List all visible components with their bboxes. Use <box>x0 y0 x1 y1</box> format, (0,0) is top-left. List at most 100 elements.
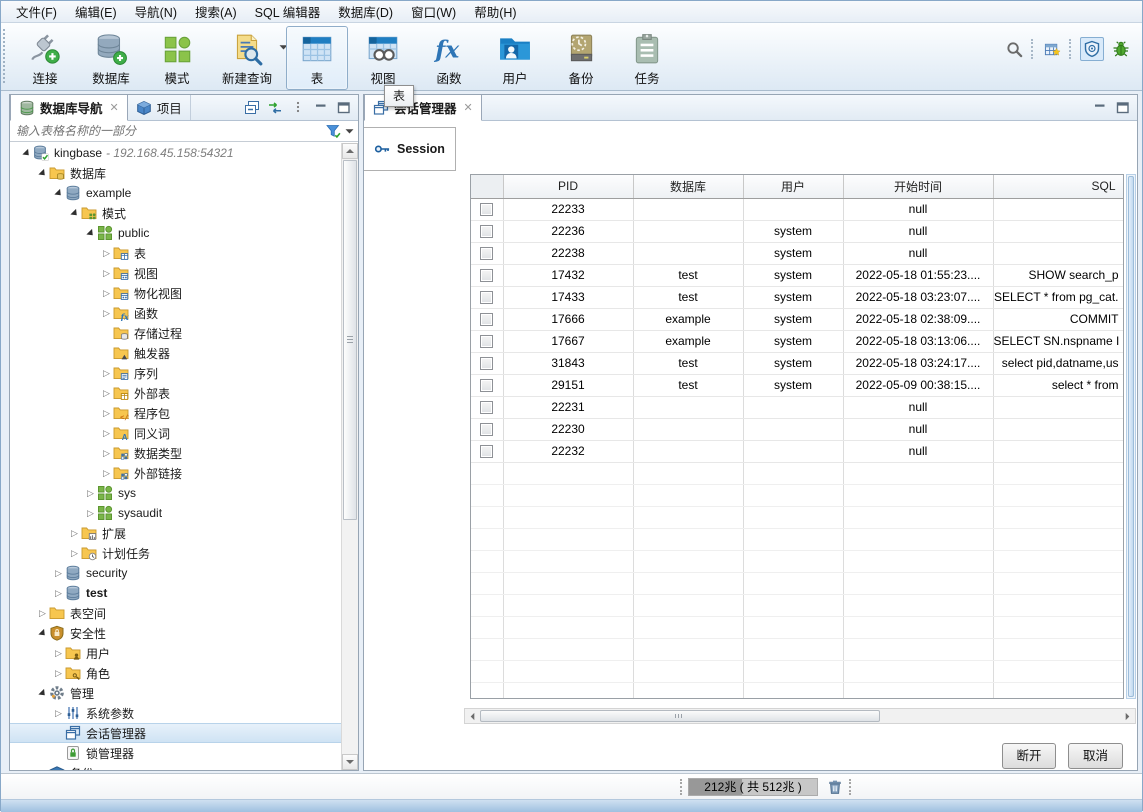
column-header-pid[interactable]: PID <box>503 175 634 199</box>
tree-item[interactable]: ▷ A 同义词 <box>10 423 343 443</box>
table-row[interactable]: 17667 example system 2022-05-18 03:13:06… <box>471 330 1123 353</box>
expand-arrow-icon[interactable]: ▷ <box>100 268 113 278</box>
session-section-tab[interactable]: Session <box>364 127 456 171</box>
tree-item[interactable]: ▷ 角色 <box>10 663 343 683</box>
toolbar-button[interactable]: 模式 <box>146 26 208 90</box>
table-star-icon[interactable] <box>1042 39 1063 60</box>
bug-icon[interactable] <box>1110 38 1132 60</box>
tree-item[interactable]: 触发器 <box>10 343 343 363</box>
scrollbar-thumb[interactable] <box>343 160 357 520</box>
column-header-time[interactable]: 开始时间 <box>843 175 994 199</box>
expand-arrow-icon[interactable]: ▷ <box>52 648 65 658</box>
link-editor-icon[interactable] <box>267 100 283 116</box>
menu-item[interactable]: 帮助(H) <box>465 0 525 23</box>
table-row[interactable]: 17432 test system 2022-05-18 01:55:23...… <box>471 264 1123 287</box>
table-row[interactable]: 22232 null <box>471 440 1123 463</box>
garbage-collect-icon[interactable] <box>827 779 843 795</box>
tab-database-navigator[interactable]: 数据库导航 ✕ <box>10 95 128 121</box>
tree-item[interactable]: ▷ 外部链接 <box>10 463 343 483</box>
tree-item[interactable]: ▷ 物化视图 <box>10 283 343 303</box>
row-checkbox[interactable] <box>480 291 494 305</box>
expand-arrow-icon[interactable]: ▷ <box>52 588 65 598</box>
expand-arrow-icon[interactable]: ▷ <box>84 508 97 518</box>
close-icon[interactable]: ✕ <box>462 101 473 114</box>
menu-item[interactable]: 文件(F) <box>7 0 66 23</box>
expand-arrow-icon[interactable]: ▷ <box>68 528 81 538</box>
row-checkbox[interactable] <box>480 203 494 217</box>
tree-item[interactable]: ▷ 数据类型 <box>10 443 343 463</box>
menu-item[interactable]: 数据库(D) <box>329 0 402 23</box>
expand-arrow-icon[interactable] <box>36 628 49 638</box>
maximize-icon[interactable] <box>1115 100 1131 116</box>
toolbar-button[interactable]: 备份 <box>550 26 612 90</box>
toolbar-button[interactable]: 表 <box>286 26 349 90</box>
cancel-button[interactable]: 取消 <box>1068 743 1123 769</box>
tree-item[interactable]: 模式 <box>10 203 343 223</box>
row-checkbox[interactable] <box>480 247 494 261</box>
expand-arrow-icon[interactable]: ▷ <box>68 548 81 558</box>
expand-arrow-icon[interactable]: ▷ <box>36 608 49 618</box>
row-checkbox[interactable] <box>480 423 494 437</box>
table-row[interactable]: 17666 example system 2022-05-18 02:38:09… <box>471 308 1123 331</box>
maximize-icon[interactable] <box>336 100 352 116</box>
tree-item[interactable]: example <box>10 183 343 203</box>
scrollbar-thumb[interactable] <box>480 710 880 722</box>
tree-item[interactable]: ▷ sys <box>10 483 343 503</box>
close-icon[interactable]: ✕ <box>108 101 119 114</box>
tree-item[interactable]: ▷ fx 函数 <box>10 303 343 323</box>
column-header-user[interactable]: 用户 <box>743 175 844 199</box>
toolbar-drag-handle[interactable] <box>3 29 10 83</box>
table-row[interactable]: 29151 test system 2022-05-09 00:38:15...… <box>471 374 1123 397</box>
row-checkbox[interactable] <box>480 313 494 327</box>
expand-arrow-icon[interactable]: ▷ <box>52 568 65 578</box>
tree-item[interactable]: 管理 <box>10 683 343 703</box>
scroll-right-icon[interactable] <box>1121 709 1134 723</box>
expand-arrow-icon[interactable]: ▷ <box>100 288 113 298</box>
tree-item[interactable]: ▷ 视图 <box>10 263 343 283</box>
expand-arrow-icon[interactable]: ▷ <box>100 248 113 258</box>
tree-item[interactable]: ▷ 系统参数 <box>10 703 343 723</box>
expand-arrow-icon[interactable]: ▷ <box>100 308 113 318</box>
expand-arrow-icon[interactable] <box>36 688 49 698</box>
expand-arrow-icon[interactable]: ▷ <box>100 388 113 398</box>
table-row[interactable]: 22238 system null <box>471 242 1123 265</box>
expand-arrow-icon[interactable] <box>52 188 65 198</box>
table-vertical-scrollbar[interactable] <box>1126 174 1136 699</box>
menu-item[interactable]: 窗口(W) <box>402 0 465 23</box>
toolbar-button[interactable]: fx 函数 <box>418 26 480 90</box>
table-row[interactable]: 22233 null <box>471 198 1123 221</box>
expand-arrow-icon[interactable] <box>20 148 33 158</box>
tree-item[interactable]: ▷ 计划任务 <box>10 543 343 563</box>
tree-filter-input[interactable] <box>10 122 325 140</box>
expand-arrow-icon[interactable]: ▷ <box>36 768 49 770</box>
menu-item[interactable]: 编辑(E) <box>66 0 126 23</box>
tree-item[interactable]: 数据库 <box>10 163 343 183</box>
expand-arrow-icon[interactable]: ▷ <box>100 408 113 418</box>
row-checkbox[interactable] <box>480 445 494 459</box>
tree-item[interactable]: 锁管理器 <box>10 743 343 763</box>
expand-arrow-icon[interactable]: ▷ <box>52 668 65 678</box>
menu-item[interactable]: 搜索(A) <box>186 0 246 23</box>
filter-funnel-icon[interactable] <box>325 123 341 139</box>
tree-item[interactable]: ▷ </> 程序包 <box>10 403 343 423</box>
toolbar-button[interactable]: 数据库 <box>80 26 142 90</box>
row-checkbox[interactable] <box>480 335 494 349</box>
collapse-all-icon[interactable] <box>244 100 260 116</box>
column-header-db[interactable]: 数据库 <box>633 175 744 199</box>
tree-item[interactable]: ▷ 用户 <box>10 643 343 663</box>
tree-item[interactable]: ▷ sysaudit <box>10 503 343 523</box>
row-checkbox[interactable] <box>480 225 494 239</box>
toolbar-button[interactable]: 用户 <box>484 26 546 90</box>
expand-arrow-icon[interactable]: ▷ <box>52 708 65 718</box>
search-icon[interactable] <box>1004 39 1025 60</box>
tree-item[interactable]: ▷ security <box>10 563 343 583</box>
row-checkbox[interactable] <box>480 357 494 371</box>
table-row[interactable]: 22236 system null <box>471 220 1123 243</box>
minimize-icon[interactable] <box>313 100 329 116</box>
toolbar-button[interactable]: 任务 <box>616 26 678 90</box>
tree-scrollbar[interactable] <box>341 143 358 770</box>
toolbar-button[interactable]: 新建查询 <box>212 26 288 90</box>
menu-item[interactable]: 导航(N) <box>126 0 186 23</box>
filter-dropdown-icon[interactable] <box>345 128 354 135</box>
shield-icon[interactable] <box>1080 37 1104 61</box>
